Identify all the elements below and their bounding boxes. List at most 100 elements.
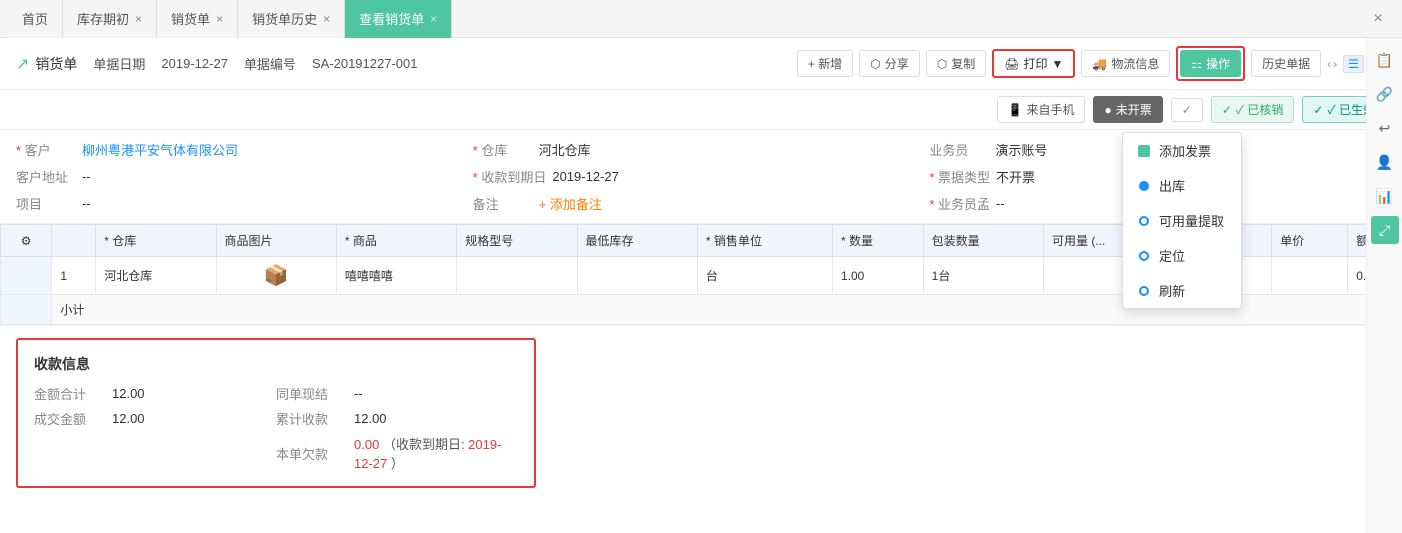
row-warehouse: 河北仓库 (96, 257, 216, 295)
tab-close-sales[interactable]: × (216, 12, 223, 26)
qty-extract-icon (1139, 216, 1149, 226)
same-order-value: -- (354, 386, 363, 401)
sidebar-icon-back[interactable]: ↩ (1371, 114, 1399, 142)
col-spec: 规格型号 (457, 225, 577, 257)
col-min-stock: 最低库存 (577, 225, 697, 257)
tab-sales-order[interactable]: 销货单 × (157, 0, 238, 38)
customer-label: 客户 (16, 140, 76, 159)
nav-arrows: ‹ › (1327, 57, 1337, 71)
operations-button[interactable]: ⚏ 操作 (1180, 50, 1241, 77)
tab-home[interactable]: 首页 (8, 0, 63, 38)
note-label: 备注 (473, 194, 533, 213)
col-num (52, 225, 96, 257)
doc-type-label: 销货单 (35, 54, 77, 74)
tab-close-view[interactable]: × (430, 12, 437, 26)
row-product: 嘻嘻嘻嘻 (336, 257, 456, 295)
main-content: ↗ 销货单 单据日期 2019-12-27 单据编号 SA-20191227-0… (0, 38, 1402, 533)
tab-close-inventory[interactable]: × (135, 12, 142, 26)
project-value: -- (82, 196, 91, 211)
logistics-icon: 🚚 (1092, 57, 1107, 71)
row-gear[interactable] (1, 257, 52, 295)
dropdown-qty-extract[interactable]: 可用量提取 (1123, 203, 1241, 238)
col-product: * 商品 (336, 225, 456, 257)
customer-value[interactable]: 柳州粤港平安气体有限公司 (82, 140, 238, 159)
operations-highlight-box: ⚏ 操作 (1176, 46, 1245, 81)
date-value: 2019-12-27 (161, 56, 228, 71)
history-button[interactable]: 历史单据 (1251, 50, 1321, 77)
row-sales-unit: 台 (697, 257, 832, 295)
list-view-btn[interactable]: ☰ (1343, 55, 1364, 73)
cumulative-value: 12.00 (354, 411, 387, 426)
copy-button[interactable]: ⬡ 复制 (926, 50, 987, 77)
secondary-toolbar: 📱 来自手机 ● 未开票 ✓ ✓ ✓ 已核销 ✓ ✓ 已生效 (0, 90, 1402, 130)
subtotal-gear (1, 295, 52, 325)
number-label: 单据编号 (244, 54, 296, 73)
sidebar-icon-user[interactable]: 👤 (1371, 148, 1399, 176)
number-value: SA-20191227-001 (312, 56, 418, 71)
sidebar-icon-expand[interactable]: ⤢ (1371, 216, 1399, 244)
confirm-button[interactable]: ✓ (1171, 98, 1203, 122)
print-dropdown-icon: ▼ (1052, 57, 1064, 71)
share-icon: ⬡ (870, 57, 880, 71)
sidebar-icon-link[interactable]: 🔗 (1371, 80, 1399, 108)
row-unit-price (1272, 257, 1348, 295)
dropdown-add-invoice[interactable]: 添加发票 (1123, 133, 1241, 168)
dropdown-outbound[interactable]: 出库 (1123, 168, 1241, 203)
dropdown-refresh[interactable]: 刷新 (1123, 273, 1241, 308)
toolbar-right: + 新增 ⬡ 分享 ⬡ 复制 🖨 打印 ▼ 🚚 物流信息 ⚏ 操作 (797, 46, 1386, 81)
from-phone-button[interactable]: 📱 来自手机 (997, 96, 1086, 123)
ticket-value: 不开票 (996, 167, 1035, 186)
warehouse-value: 河北仓库 (539, 140, 591, 159)
same-order-row: 同单现结 -- (276, 384, 518, 403)
print-button[interactable]: 🖨 打印 ▼ (992, 49, 1075, 78)
tab-close-history[interactable]: × (323, 12, 330, 26)
print-icon: 🖨 (1004, 57, 1019, 71)
next-arrow[interactable]: › (1333, 57, 1337, 71)
warehouse-row: 仓库 河北仓库 (473, 140, 930, 159)
col-gear[interactable]: ⚙ (1, 225, 52, 257)
customer-row: 客户 柳州粤港平安气体有限公司 (16, 140, 473, 159)
payment-date-row: 收款到期日 2019-12-27 (473, 167, 930, 186)
dropdown-locate[interactable]: 定位 (1123, 238, 1241, 273)
total-row: 金额合计 12.00 (34, 384, 276, 403)
operations-icon: ⚏ (1191, 57, 1202, 71)
col-qty: * 数量 (832, 225, 923, 257)
document-meta: 单据日期 2019-12-27 单据编号 SA-20191227-001 (93, 54, 417, 73)
note-add-button[interactable]: + 添加备注 (539, 194, 602, 213)
logistics-button[interactable]: 🚚 物流信息 (1081, 50, 1170, 77)
staff-value: 演示账号 (995, 140, 1047, 159)
share-button[interactable]: ⬡ 分享 (859, 50, 920, 77)
row-num: 1 (52, 257, 96, 295)
prev-arrow[interactable]: ‹ (1327, 57, 1331, 71)
address-row: 客户地址 -- (16, 167, 473, 186)
transaction-row: 成交金额 12.00 (34, 409, 276, 428)
row-qty: 1.00 (832, 257, 923, 295)
col-warehouse: * 仓库 (96, 225, 216, 257)
ticket-icon: ● (1104, 103, 1111, 117)
window-close-button[interactable]: × (1362, 0, 1394, 38)
col-product-img: 商品图片 (216, 225, 336, 257)
sidebar-icon-chart[interactable]: 📊 (1371, 182, 1399, 210)
not-open-button[interactable]: ● 未开票 (1093, 96, 1162, 123)
cumulative-row: 累计收款 12.00 (276, 409, 518, 428)
row-product-img: 📦 (216, 257, 336, 295)
address-value: -- (82, 169, 91, 184)
project-row: 项目 -- (16, 194, 473, 213)
arrears-label: 本单欠款 (276, 444, 346, 463)
operations-dropdown: 添加发票 出库 可用量提取 定位 刷新 (1122, 132, 1242, 309)
sales-staff-value: -- (996, 196, 1005, 211)
tab-inventory-init[interactable]: 库存期初 × (63, 0, 157, 38)
outbound-icon (1139, 181, 1149, 191)
payment-title: 收款信息 (34, 354, 518, 374)
new-button[interactable]: + 新增 (797, 50, 853, 77)
verified-button[interactable]: ✓ ✓ 已核销 (1211, 96, 1295, 123)
tab-view-sales[interactable]: 查看销货单 × (345, 0, 452, 38)
date-label: 单据日期 (93, 54, 145, 73)
total-value: 12.00 (112, 386, 145, 401)
project-label: 项目 (16, 194, 76, 213)
payment-date-value: 2019-12-27 (552, 169, 619, 184)
ticket-label: 票据类型 (929, 167, 990, 186)
sidebar-icon-doc[interactable]: 📋 (1371, 46, 1399, 74)
tab-sales-history[interactable]: 销货单历史 × (238, 0, 345, 38)
document-header: ↗ 销货单 单据日期 2019-12-27 单据编号 SA-20191227-0… (0, 38, 1402, 90)
